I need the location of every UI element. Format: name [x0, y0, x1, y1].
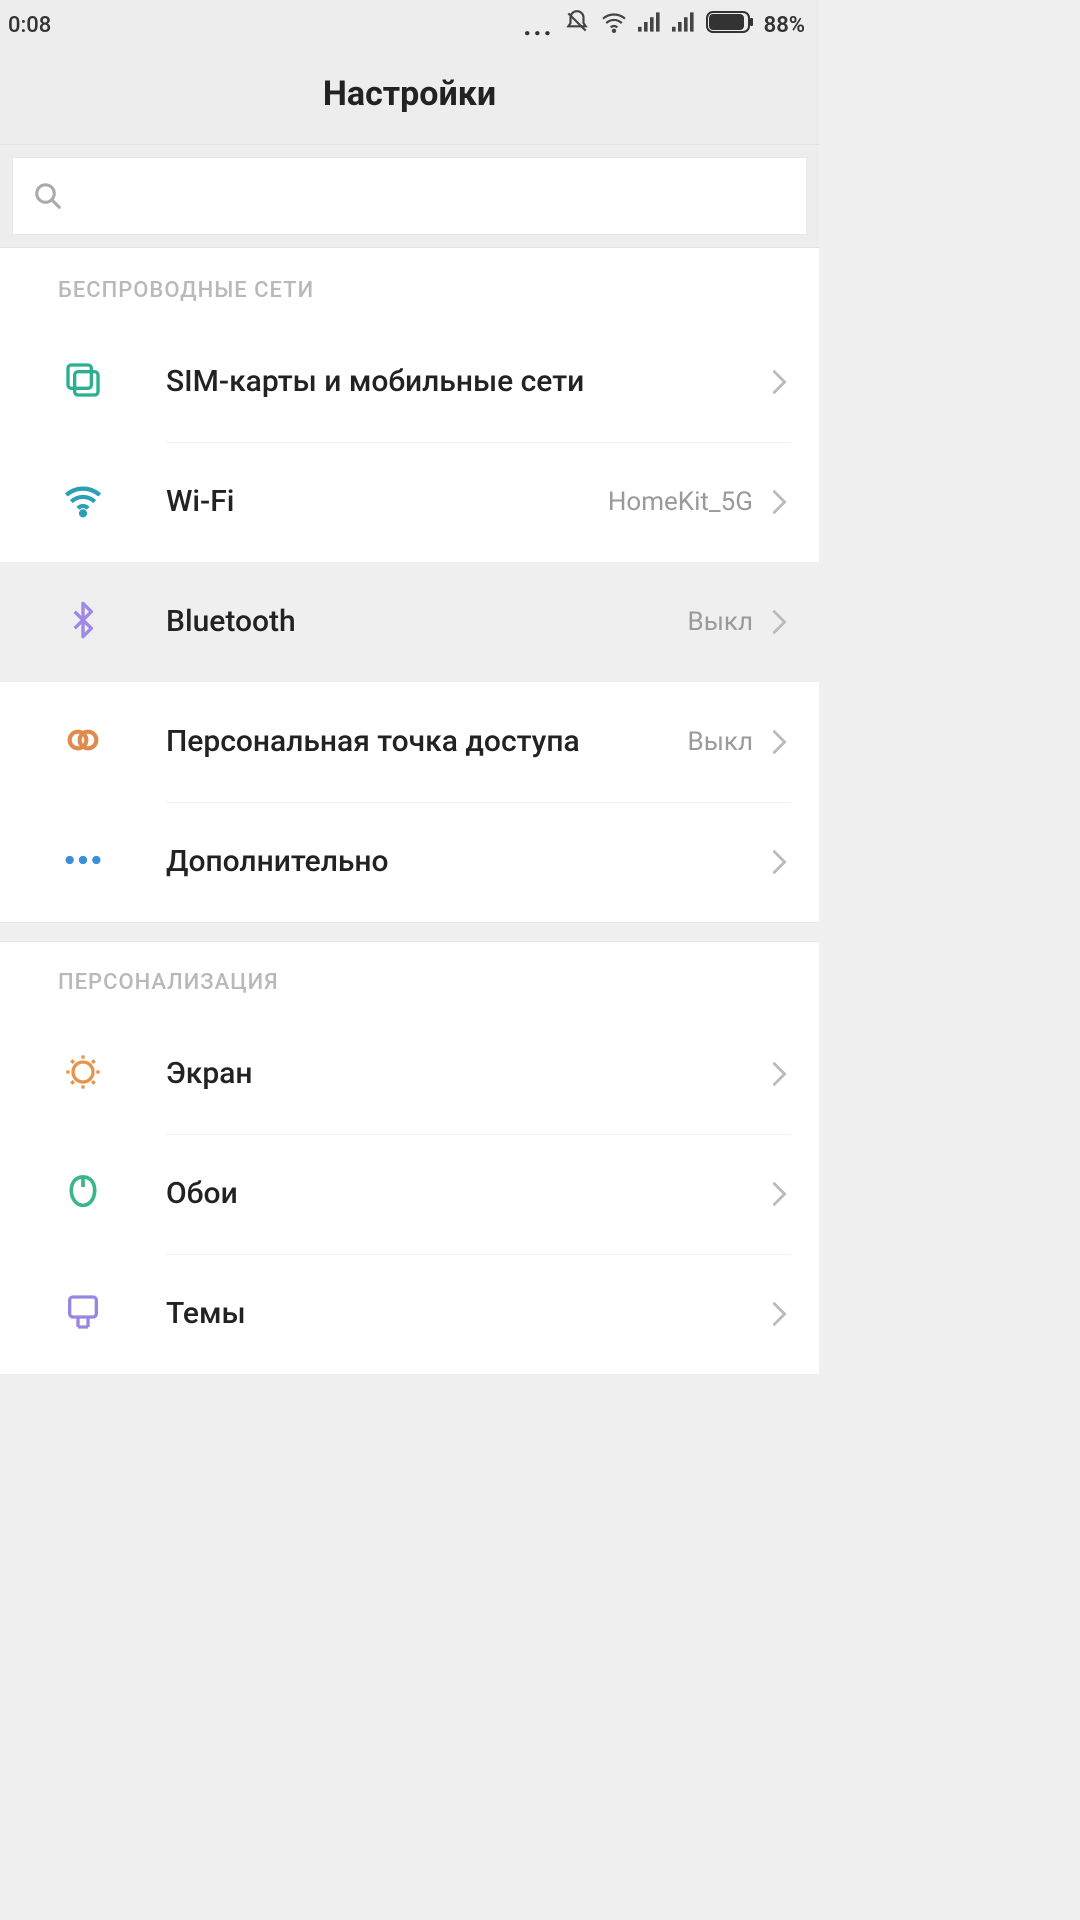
wallpaper-icon — [63, 1172, 103, 1216]
chevron-right-icon — [767, 1060, 791, 1088]
item-wallpaper[interactable]: Обои — [0, 1134, 819, 1254]
chevron-right-icon — [767, 728, 791, 756]
item-value: Выкл — [688, 607, 753, 637]
more-status-icon: ... — [523, 9, 553, 42]
display-icon — [63, 1052, 103, 1096]
wireless-list: SIM-карты и мобильные сети Wi-Fi HomeKit… — [0, 322, 819, 922]
item-sim-cards[interactable]: SIM-карты и мобильные сети — [0, 322, 819, 442]
item-value: Выкл — [688, 727, 753, 757]
item-label: SIM-карты и мобильные сети — [166, 363, 753, 401]
item-label: Bluetooth — [166, 603, 688, 641]
wifi-status-icon — [600, 11, 628, 39]
wifi-icon — [63, 480, 103, 524]
item-themes[interactable]: Темы — [0, 1254, 819, 1374]
item-label: Wi-Fi — [166, 483, 608, 521]
item-label: Темы — [166, 1295, 767, 1333]
status-right: ... 88% — [523, 9, 805, 42]
dnd-icon — [564, 9, 590, 41]
personalization-list: Экран Обои Темы — [0, 1014, 819, 1374]
item-label: Дополнительно — [166, 843, 753, 881]
signal2-icon — [672, 12, 696, 38]
chevron-right-icon — [767, 1300, 791, 1328]
item-label: Персональная точка доступа — [166, 723, 688, 761]
battery-pct: 88% — [764, 13, 805, 38]
section-header-personalization: ПЕРСОНАЛИЗАЦИЯ — [0, 942, 819, 1014]
search-input[interactable] — [12, 157, 807, 235]
bluetooth-icon — [63, 600, 103, 644]
item-label: Экран — [166, 1055, 767, 1093]
themes-icon — [63, 1292, 103, 1336]
hotspot-icon — [63, 720, 103, 764]
section-gap — [0, 922, 819, 942]
page-title: Настройки — [0, 74, 819, 114]
more-icon — [63, 840, 103, 884]
signal1-icon — [638, 12, 662, 38]
search-icon — [33, 181, 63, 211]
item-more[interactable]: Дополнительно — [0, 802, 819, 922]
chevron-right-icon — [767, 848, 791, 876]
chevron-right-icon — [767, 608, 791, 636]
item-bluetooth[interactable]: Bluetooth Выкл — [0, 562, 819, 682]
status-time: 0:08 — [8, 13, 51, 38]
chevron-right-icon — [767, 488, 791, 516]
chevron-right-icon — [767, 1180, 791, 1208]
battery-icon — [706, 11, 754, 39]
title-bar: Настройки — [0, 50, 819, 144]
status-bar: 0:08 ... 88% — [0, 0, 819, 50]
search-field[interactable] — [79, 181, 786, 212]
chevron-right-icon — [767, 368, 791, 396]
item-label: Обои — [166, 1175, 767, 1213]
sim-icon — [63, 360, 103, 404]
item-value: HomeKit_5G — [608, 487, 753, 517]
item-wifi[interactable]: Wi-Fi HomeKit_5G — [0, 442, 819, 562]
item-display[interactable]: Экран — [0, 1014, 819, 1134]
item-hotspot[interactable]: Персональная точка доступа Выкл — [0, 682, 819, 802]
search-wrapper — [0, 144, 819, 248]
section-header-wireless: БЕСПРОВОДНЫЕ СЕТИ — [0, 248, 819, 322]
